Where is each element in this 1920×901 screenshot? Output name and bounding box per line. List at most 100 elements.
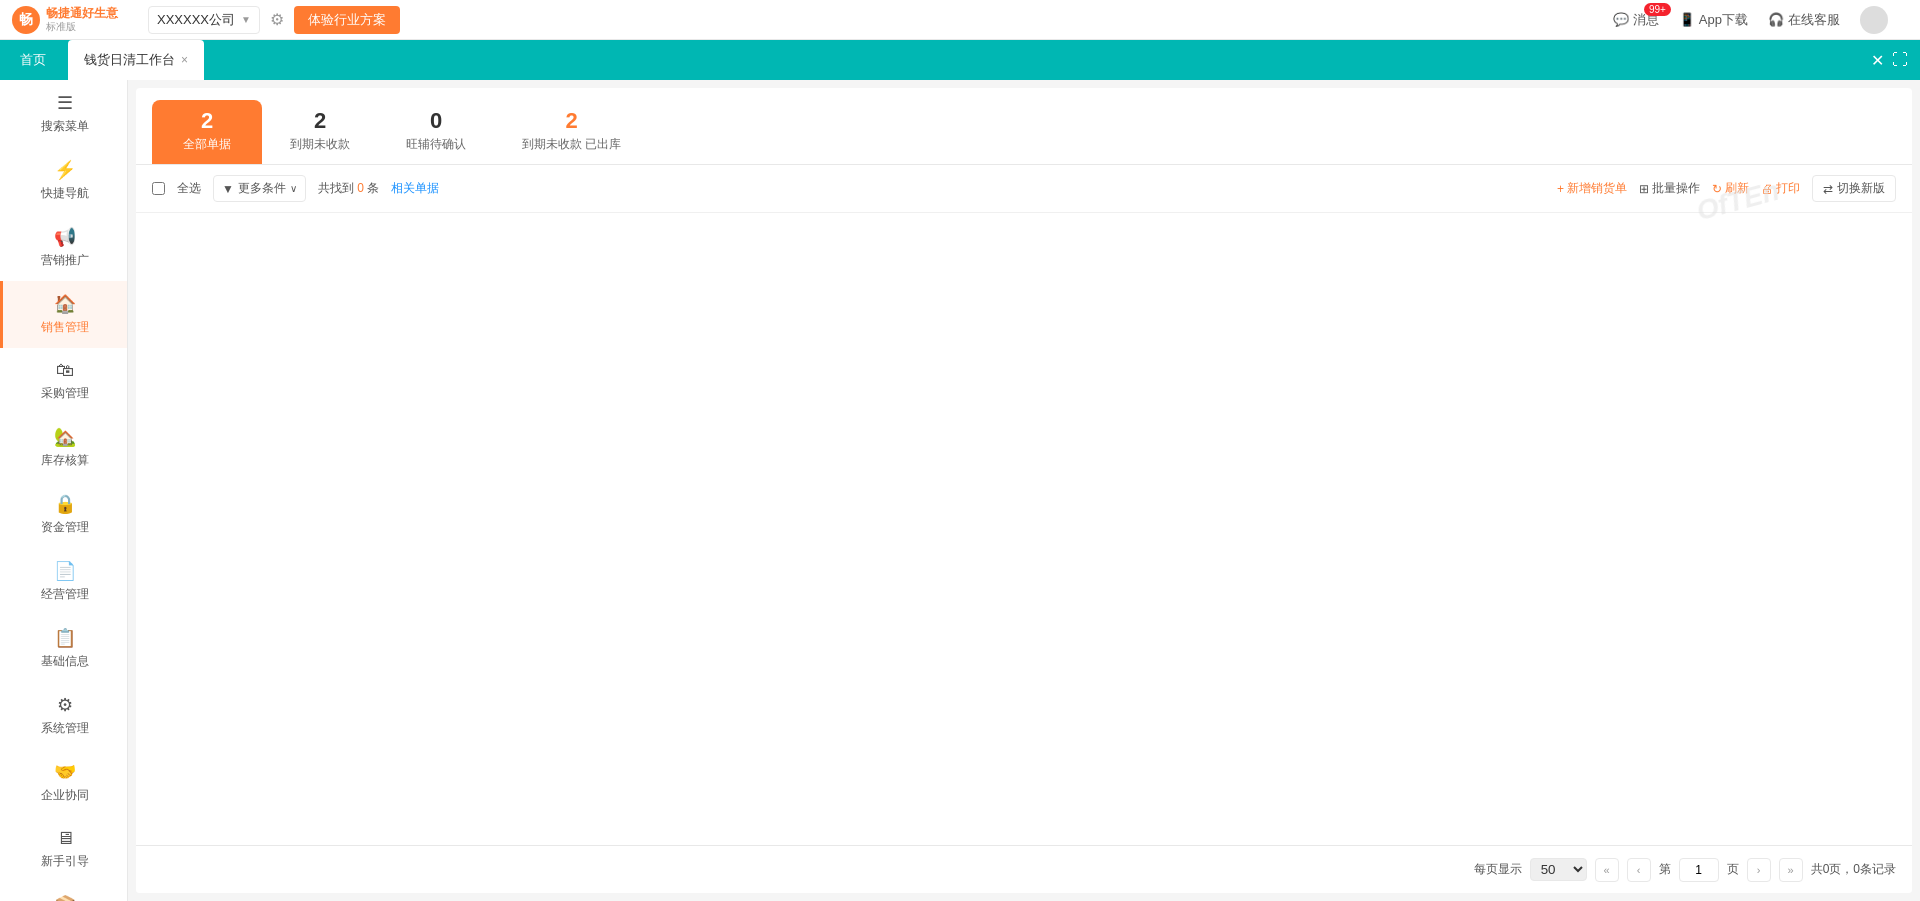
settings-button[interactable]: ⚙ [270,10,284,29]
select-all-checkbox[interactable] [152,182,165,195]
online-service-label: 在线客服 [1788,11,1840,29]
sidebar-item-app-center[interactable]: 📦 应用中心 [0,882,127,901]
tab-close-button[interactable]: × [181,53,188,67]
logo-icon: 畅 [12,6,40,34]
marketing-icon: 📢 [54,226,76,248]
sidebar-item-base-info[interactable]: 📋 基础信息 [0,615,127,682]
sidebar-marketing-label: 营销推广 [41,252,89,269]
system-icon: ⚙ [57,694,73,716]
page-number-input[interactable] [1679,858,1719,882]
stat-num-all: 2 [201,108,213,134]
found-number: 0 [357,181,364,195]
batch-operation-button[interactable]: ⊞ 批量操作 [1639,180,1700,197]
sidebar-item-inventory[interactable]: 🏡 库存核算 [0,414,127,481]
tab-label: 钱货日清工作台 [84,51,175,69]
prev-page-button[interactable]: ‹ [1627,858,1651,882]
print-button[interactable]: 🖨 打印 [1761,180,1800,197]
sidebar-item-marketing[interactable]: 📢 营销推广 [0,214,127,281]
quick-nav-icon: ⚡ [54,159,76,181]
app-download-button[interactable]: 📱 App下载 [1679,11,1748,29]
app-center-icon: 📦 [54,894,76,901]
sidebar-enterprise-label: 企业协同 [41,787,89,804]
stat-tab-pending[interactable]: 0 旺辅待确认 [378,100,494,164]
sidebar-item-enterprise[interactable]: 🤝 企业协同 [0,749,127,816]
content-area: 2 全部单据 2 到期未收款 0 旺辅待确认 2 到期未收款 已出库 [136,88,1912,893]
refresh-icon: ↻ [1712,182,1722,196]
last-page-button[interactable]: » [1779,858,1803,882]
company-dropdown-arrow: ▼ [241,14,251,25]
sidebar-item-purchase[interactable]: 🛍 采购管理 [0,348,127,414]
found-prefix: 共找到 [318,181,354,195]
sidebar-item-search[interactable]: ☰ 搜索菜单 [0,80,127,147]
sidebar-sales-label: 销售管理 [41,319,89,336]
next-page-button[interactable]: › [1747,858,1771,882]
add-label: 新增销货单 [1567,180,1627,197]
filter-button[interactable]: ▼ 更多条件 ∨ [213,175,306,202]
trial-button[interactable]: 体验行业方案 [294,6,400,34]
tab-expand-action[interactable]: ⛶ [1892,51,1908,69]
tab-bar: 首页 钱货日清工作台 × ✕ ⛶ [0,40,1920,80]
found-count-text: 共找到 0 条 [318,180,379,197]
top-bar: 畅 畅捷通好生意 标准版 XXXXXX公司 ▼ ⚙ 体验行业方案 💬 消息 99… [0,0,1920,40]
sidebar-item-system[interactable]: ⚙ 系统管理 [0,682,127,749]
stat-tab-overdue-out[interactable]: 2 到期未收款 已出库 [494,100,649,164]
filter-chevron: ∨ [290,183,297,194]
headset-icon: 🎧 [1768,12,1784,27]
related-orders-link[interactable]: 相关单据 [391,180,439,197]
sidebar-search-label: 搜索菜单 [41,118,89,135]
inventory-icon: 🏡 [54,426,76,448]
sidebar-inventory-label: 库存核算 [41,452,89,469]
sidebar-item-operation[interactable]: 📄 经营管理 [0,548,127,615]
top-right: 💬 消息 99+ 📱 App下载 🎧 在线客服 [1613,6,1908,34]
sidebar-item-finance[interactable]: 🔒 资金管理 [0,481,127,548]
home-tab[interactable]: 首页 [0,40,66,80]
tab-close-action[interactable]: ✕ [1871,51,1884,70]
message-badge: 99+ [1644,3,1671,16]
select-all-label[interactable]: 全选 [177,180,201,197]
add-icon: + [1557,182,1564,196]
tab-bar-actions: ✕ ⛶ [1871,51,1920,70]
toolbar: 全选 ▼ 更多条件 ∨ 共找到 0 条 相关单据 + 新增销货单 [136,165,1912,213]
refresh-button[interactable]: ↻ 刷新 [1712,180,1749,197]
sidebar-operation-label: 经营管理 [41,586,89,603]
message-button[interactable]: 💬 消息 99+ [1613,11,1659,29]
company-name: XXXXXX公司 [157,11,235,29]
first-page-icon: « [1604,864,1610,876]
menu-icon: ☰ [57,92,73,114]
user-avatar[interactable] [1860,6,1888,34]
sidebar-finance-label: 资金管理 [41,519,89,536]
current-tab[interactable]: 钱货日清工作台 × [68,40,204,80]
switch-version-button[interactable]: ⇄ 切换新版 [1812,175,1896,202]
logo-title: 畅捷通好生意 [46,6,118,20]
stats-tabs: 2 全部单据 2 到期未收款 0 旺辅待确认 2 到期未收款 已出库 [136,88,1912,165]
add-order-button[interactable]: + 新增销货单 [1557,180,1627,197]
operation-icon: 📄 [54,560,76,582]
sidebar-item-sales[interactable]: 🏠 销售管理 [0,281,127,348]
sidebar-item-guide[interactable]: 🖥 新手引导 [0,816,127,882]
stat-tab-all[interactable]: 2 全部单据 [152,100,262,164]
next-page-icon: › [1757,864,1761,876]
sidebar-purchase-label: 采购管理 [41,385,89,402]
last-page-icon: » [1788,864,1794,876]
sidebar-base-info-label: 基础信息 [41,653,89,670]
purchase-icon: 🛍 [56,360,74,381]
guide-icon: 🖥 [56,828,74,849]
switch-label: 切换新版 [1837,180,1885,197]
base-info-icon: 📋 [54,627,76,649]
first-page-button[interactable]: « [1595,858,1619,882]
sidebar-item-quick-nav[interactable]: ⚡ 快捷导航 [0,147,127,214]
page-label: 第 [1659,861,1671,878]
stat-tab-overdue[interactable]: 2 到期未收款 [262,100,378,164]
toolbar-right: + 新增销货单 ⊞ 批量操作 ↻ 刷新 🖨 打印 [1557,175,1896,202]
total-info: 共0页，0条记录 [1811,861,1896,878]
filter-label: 更多条件 [238,180,286,197]
logo-sub: 标准版 [46,21,118,33]
print-label: 打印 [1776,180,1800,197]
finance-icon: 🔒 [54,493,76,515]
prev-page-icon: ‹ [1637,864,1641,876]
stat-num-overdue-out: 2 [566,108,578,134]
company-selector[interactable]: XXXXXX公司 ▼ [148,6,260,34]
online-service-button[interactable]: 🎧 在线客服 [1768,11,1840,29]
message-icon: 💬 [1613,12,1629,27]
per-page-select[interactable]: 50 20 100 [1530,858,1587,881]
